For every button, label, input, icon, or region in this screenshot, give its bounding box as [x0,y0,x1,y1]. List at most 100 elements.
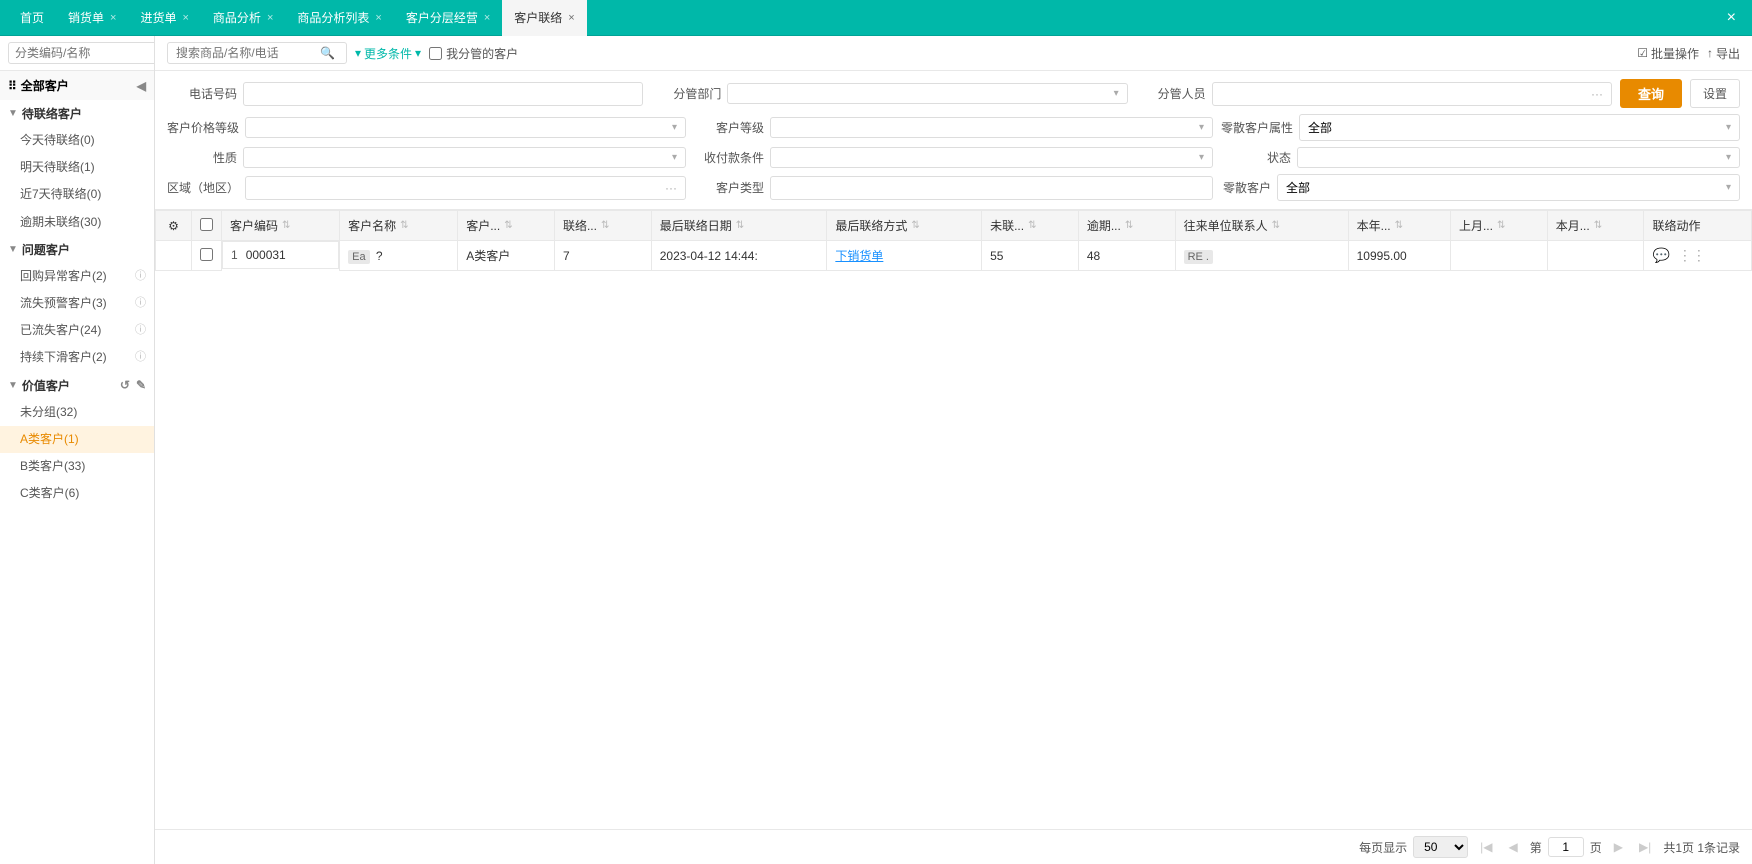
nature-label: 性质 [167,149,237,166]
refresh-icon[interactable]: ↺ [120,378,130,392]
close-sales-order[interactable]: × [110,12,116,24]
sort-icon-overdue[interactable]: ⇅ [1125,220,1133,231]
row-checkbox[interactable] [200,248,213,261]
status-select[interactable]: ▾ [1297,147,1740,168]
sort-icon-last-method[interactable]: ⇅ [911,220,919,231]
more-filters-button[interactable]: ▾ 更多条件 ▾ [355,45,421,62]
page-number-input[interactable] [1548,837,1584,857]
mine-checkbox[interactable] [429,47,442,60]
settings-gear-icon[interactable]: ⚙ [168,219,179,233]
sort-icon-uncontact[interactable]: ⇅ [1028,220,1036,231]
close-window-button[interactable]: × [1719,9,1744,27]
export-button[interactable]: ↑ 导出 [1707,45,1740,62]
filter-row-4: 区域（地区） ··· 客户类型 零散客户 全部 ▾ [167,174,1740,201]
batch-operation-button[interactable]: ☑ 批量操作 [1637,45,1699,62]
sidebar-item-class-c[interactable]: C类客户(6) [0,480,154,507]
per-page-select[interactable]: 50 100 200 [1413,836,1468,858]
close-purchase-order[interactable]: × [182,12,188,24]
info-icon-repurchase: ⓘ [135,268,146,286]
sidebar-item-class-a[interactable]: A类客户(1) [0,426,154,453]
action-message-icon[interactable]: 💬 [1652,247,1669,264]
sidebar-item-class-b[interactable]: B类客户(33) [0,453,154,480]
sidebar-item-churn-warning[interactable]: 流失预警客户(3) ⓘ [0,290,154,317]
customer-type-input[interactable] [770,176,1213,200]
nav-customer-segment[interactable]: 客户分层经营 × [394,0,502,36]
row-overdue-cell: 48 [1078,241,1175,271]
sidebar-all-customers-header: ⠿ 全部客户 ◀ [0,71,154,100]
scatter-attr-select[interactable]: 全部 ▾ [1299,114,1740,141]
settings-button[interactable]: 设置 [1690,79,1740,108]
sort-icon-type[interactable]: ⇅ [504,220,512,231]
sidebar-collapse-button[interactable]: ◀ [137,79,146,93]
scatter-select[interactable]: 全部 ▾ [1277,174,1740,201]
sidebar-item-today-pending[interactable]: 今天待联络(0) [0,127,154,154]
customer-level-select[interactable]: ▾ [770,117,1213,138]
page-next-button[interactable]: ▶ [1610,838,1627,856]
sort-icon-this-year[interactable]: ⇅ [1395,220,1403,231]
action-more-icon[interactable]: ⋮⋮ [1678,247,1706,264]
query-button[interactable]: 查询 [1620,79,1682,108]
nav-product-analysis-list[interactable]: 商品分析列表 × [285,0,393,36]
scatter-attr-arrow-icon: ▾ [1726,122,1731,133]
row-type-cell: A类客户 [458,241,555,271]
row-name: Ea [348,250,369,264]
select-all-checkbox[interactable] [200,218,213,231]
sort-icon-name[interactable]: ⇅ [400,220,408,231]
value-group-label[interactable]: ▼ 价值客户 ↺ ✎ [0,372,154,399]
sidebar-item-tomorrow-pending[interactable]: 明天待联络(1) [0,154,154,181]
close-customer-segment[interactable]: × [484,12,490,24]
col-header-check[interactable] [192,211,222,241]
page-first-button[interactable]: |◀ [1476,838,1496,856]
price-level-select[interactable]: ▾ [245,117,686,138]
sidebar-item-churned[interactable]: 已流失客户(24) ⓘ [0,317,154,344]
row-last-method[interactable]: 下销货单 [835,249,883,263]
close-customer-contact[interactable]: × [568,12,574,24]
sidebar-item-7days-pending[interactable]: 近7天待联络(0) [0,181,154,208]
filter-field-customer-level: 客户等级 ▾ [694,117,1213,138]
row-action-cell: 💬 ⋮⋮ [1644,241,1752,271]
nav-customer-contact[interactable]: 客户联络 × [502,0,586,36]
payment-label: 收付款条件 [694,149,764,166]
sidebar-item-overdue-contact[interactable]: 逾期未联络(30) [0,209,154,236]
close-product-analysis-list[interactable]: × [375,12,381,24]
page-last-button[interactable]: ▶| [1635,838,1655,856]
edit-group-icon[interactable]: ✎ [136,378,146,392]
sidebar-search-input[interactable] [8,42,155,64]
phone-input[interactable] [243,82,643,106]
region-label: 区域（地区） [167,179,239,196]
payment-select[interactable]: ▾ [770,147,1213,168]
sidebar-item-repurchase-abnormal[interactable]: 回购异常客户(2) ⓘ [0,263,154,290]
nature-select[interactable]: ▾ [243,147,686,168]
nav-purchase-order[interactable]: 进货单 × [128,0,200,36]
bottom-pagination-bar: 每页显示 50 100 200 |◀ ◀ 第 页 ▶ ▶| 共1页 1条记录 [155,829,1752,864]
row-name-cell: Ea ? [340,241,458,271]
filter-field-dept: 分管部门 ▾ [651,83,1127,104]
sort-icon-code[interactable]: ⇅ [282,220,290,231]
manager-select[interactable]: ··· [1212,82,1612,106]
dept-select[interactable]: ▾ [727,83,1127,104]
row-code: 000031 [246,248,286,262]
filter-field-phone: 电话号码 [167,82,643,106]
customer-table: ⚙ 客户编码 ⇅ 客户名称 [155,210,1752,271]
payment-arrow-icon: ▾ [1199,152,1204,163]
sidebar-item-declining[interactable]: 持续下滑客户(2) ⓘ [0,344,154,371]
sort-icon-contact-count[interactable]: ⇅ [601,220,609,231]
col-header-this-month: 本月... ⇅ [1547,211,1644,241]
filter-search-input[interactable] [176,46,316,60]
filter-bar: 🔍 ▾ 更多条件 ▾ 我分管的客户 ☑ 批量操作 ↑ 导出 [155,36,1752,71]
sort-icon-last-month[interactable]: ⇅ [1497,220,1505,231]
close-product-analysis[interactable]: × [267,12,273,24]
nav-product-analysis[interactable]: 商品分析 × [201,0,285,36]
sort-icon-last-date[interactable]: ⇅ [736,220,744,231]
col-header-settings[interactable]: ⚙ [156,211,192,241]
region-select[interactable]: ··· [245,176,686,200]
page-prev-button[interactable]: ◀ [1504,838,1521,856]
sidebar-item-unclassified[interactable]: 未分组(32) [0,399,154,426]
pending-group-label[interactable]: ▼ 待联络客户 [0,100,154,127]
problem-group-label[interactable]: ▼ 问题客户 [0,236,154,263]
sort-icon-contacts-person[interactable]: ⇅ [1272,220,1280,231]
nav-home[interactable]: 首页 [8,0,56,36]
filter-search-icon[interactable]: 🔍 [320,46,335,60]
nav-sales-order[interactable]: 销货单 × [56,0,128,36]
sort-icon-this-month[interactable]: ⇅ [1594,220,1602,231]
